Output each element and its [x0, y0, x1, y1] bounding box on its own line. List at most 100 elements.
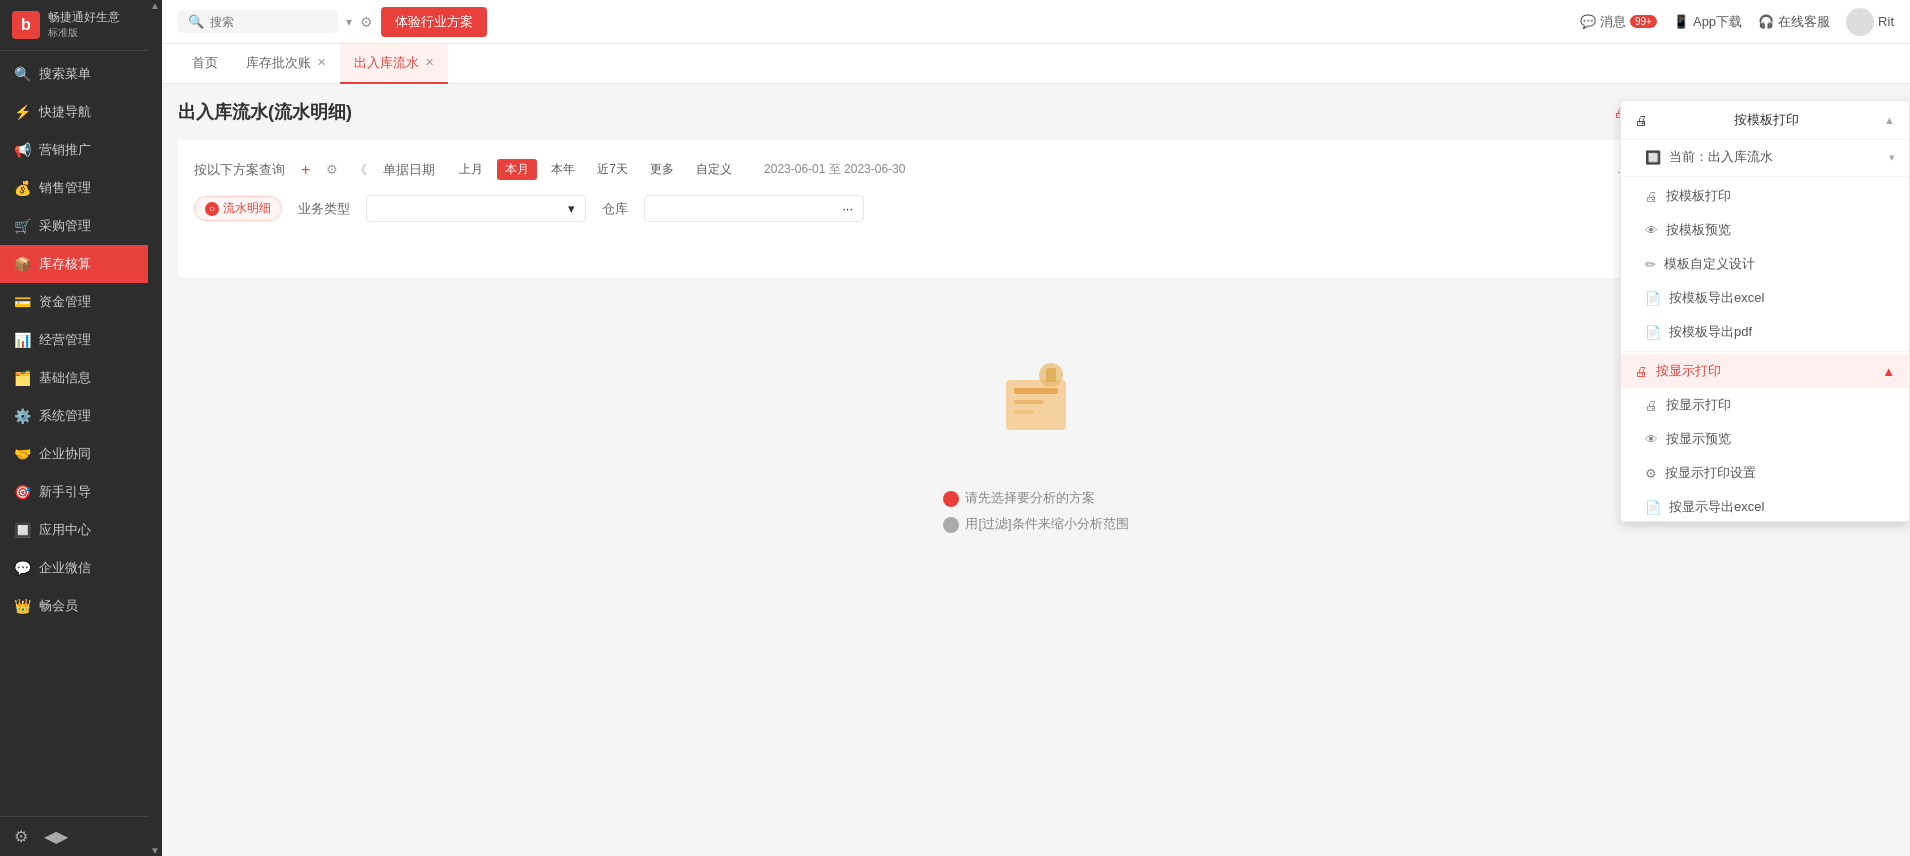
- warehouse-select[interactable]: ···: [644, 195, 864, 222]
- user-avatar-btn[interactable]: Rit: [1846, 8, 1894, 36]
- sidebar-icon-vip: 👑: [14, 598, 31, 614]
- icon-template_custom: ✏: [1645, 257, 1656, 272]
- tab-flowdetail[interactable]: 出入库流水 ✕: [340, 44, 448, 84]
- filter-settings-icon[interactable]: ⚙: [326, 162, 338, 177]
- icon-display_preview: 👁: [1645, 432, 1658, 447]
- sidebar-label-marketing: 营销推广: [39, 141, 91, 159]
- sidebar-item-wecom[interactable]: 💬企业微信: [0, 549, 148, 587]
- sidebar-item-collab[interactable]: 🤝企业协同: [0, 435, 148, 473]
- icon-display_print_settings: ⚙: [1645, 466, 1657, 481]
- date-label: 单据日期: [383, 161, 435, 179]
- icon-template_export_excel: 📄: [1645, 291, 1661, 306]
- icon-display_print: 🖨: [1645, 398, 1658, 413]
- dropdown-section1: 🖨按模板打印👁按模板预览✏模板自定义设计📄按模板导出excel📄按模板导出pdf: [1621, 179, 1909, 349]
- dropdown-item-display_export_excel[interactable]: 📄按显示导出excel: [1621, 490, 1909, 521]
- online-service-btn[interactable]: 🎧 在线客服: [1758, 13, 1830, 31]
- app-download-btn[interactable]: 📱 App下载: [1673, 13, 1742, 31]
- business-type-label: 业务类型: [298, 200, 350, 218]
- dropdown-item-display_print_settings[interactable]: ⚙ 按显示打印设置: [1621, 456, 1909, 490]
- filter-collapse-icon[interactable]: 《: [354, 161, 367, 179]
- dropdown-item-template_preview[interactable]: 👁按模板预览: [1621, 213, 1909, 247]
- scroll-down-btn[interactable]: ▼: [150, 845, 160, 856]
- sidebar-item-operation[interactable]: 📊经营管理: [0, 321, 148, 359]
- logo-name: 畅捷通好生意: [48, 10, 120, 26]
- sidebar-item-purchase[interactable]: 🛒采购管理: [0, 207, 148, 245]
- sidebar-item-search[interactable]: 🔍搜索菜单: [0, 55, 148, 93]
- label-display_print_settings: 按显示打印设置: [1665, 464, 1756, 482]
- user-avatar: [1846, 8, 1874, 36]
- sidebar-label-collab: 企业协同: [39, 445, 91, 463]
- date-option-本年[interactable]: 本年: [543, 159, 583, 180]
- dropdown-scroll: 🖨 按模板打印 ▲ 🔲 当前：出入库流水 ▾ 🖨按模板打印👁按模板预览✏模板自定…: [1621, 101, 1909, 521]
- warehouse-more-icon: ···: [842, 201, 853, 216]
- sidebar-icon-quicknav: ⚡: [14, 104, 31, 120]
- tab-close-batchaccount[interactable]: ✕: [317, 56, 326, 69]
- business-type-chevron-icon: ▾: [568, 201, 575, 216]
- date-option-近7天[interactable]: 近7天: [589, 159, 636, 180]
- svg-rect-5: [1046, 368, 1056, 382]
- message-badge: 99+: [1630, 15, 1657, 28]
- search-box[interactable]: 🔍: [178, 10, 338, 33]
- sidebar-label-sales: 销售管理: [39, 179, 91, 197]
- date-option-自定义[interactable]: 自定义: [688, 159, 740, 180]
- sidebar-item-quicknav[interactable]: ⚡ 快捷导航: [0, 93, 148, 131]
- sidebar-item-appcenter[interactable]: 🔲 应用中心: [0, 511, 148, 549]
- sidebar-label-appcenter: 应用中心: [39, 521, 91, 539]
- sidebar-item-finance[interactable]: 💳资金管理: [0, 283, 148, 321]
- sidebar-item-system[interactable]: ⚙️系统管理: [0, 397, 148, 435]
- scroll-up-btn[interactable]: ▲: [150, 0, 160, 11]
- message-btn[interactable]: 💬 消息 99+: [1580, 13, 1657, 31]
- filter-tag-icon: ○: [205, 202, 219, 216]
- collapse-icon[interactable]: ◀▶: [44, 827, 68, 846]
- sidebar-label-basic: 基础信息: [39, 369, 91, 387]
- sidebar-label-quicknav: 快捷导航: [39, 103, 91, 121]
- tab-label-flowdetail: 出入库流水: [354, 54, 419, 72]
- dropdown-item-template_print[interactable]: 🖨按模板打印: [1621, 179, 1909, 213]
- search-input[interactable]: [210, 15, 310, 29]
- sidebar-item-vip[interactable]: 👑畅会员: [0, 587, 148, 625]
- topbar-gear-icon[interactable]: ⚙: [360, 14, 373, 30]
- dropdown-item-template_custom[interactable]: ✏模板自定义设计: [1621, 247, 1909, 281]
- dropdown-header-chevron[interactable]: ▲: [1884, 114, 1895, 126]
- app-download-label: App下载: [1693, 13, 1742, 31]
- warehouse-label: 仓库: [602, 200, 628, 218]
- svg-rect-0: [1006, 380, 1066, 430]
- tab-home[interactable]: 首页: [178, 44, 232, 84]
- filter-section-label: 按以下方案查询: [194, 161, 285, 179]
- filter-tag[interactable]: ○ 流水明细: [194, 196, 282, 221]
- current-chevron-icon: ▾: [1889, 151, 1895, 164]
- logo-badge: 标准版: [48, 26, 120, 40]
- sidebar-bottom: ⚙ ◀▶: [0, 816, 148, 856]
- dropdown-item-template_export_pdf[interactable]: 📄按模板导出pdf: [1621, 315, 1909, 349]
- sidebar-item-guide[interactable]: 🎯新手引导: [0, 473, 148, 511]
- settings-icon[interactable]: ⚙: [14, 827, 28, 846]
- divider-1: [1621, 176, 1909, 177]
- dropdown-section2: 🖨按显示打印👁按显示预览⚙按显示打印设置📄按显示导出excel📄按显示导出pdf: [1621, 388, 1909, 521]
- sidebar-icon-appcenter: 🔲: [14, 522, 31, 538]
- sidebar-item-basic[interactable]: 🗂️基础信息: [0, 359, 148, 397]
- dropdown-item-display_print[interactable]: 🖨按显示打印: [1621, 388, 1909, 422]
- sidebar-item-inventory[interactable]: 📦库存核算: [0, 245, 148, 283]
- search-chevron-icon[interactable]: ▾: [346, 15, 352, 29]
- sidebar-item-marketing[interactable]: 📢营销推广: [0, 131, 148, 169]
- industry-btn[interactable]: 体验行业方案: [381, 7, 487, 37]
- dropdown-item-template_export_excel[interactable]: 📄按模板导出excel: [1621, 281, 1909, 315]
- dropdown-item-display_preview[interactable]: 👁按显示预览: [1621, 422, 1909, 456]
- filter-add-btn[interactable]: +: [301, 161, 310, 179]
- tab-close-flowdetail[interactable]: ✕: [425, 56, 434, 69]
- date-option-上月[interactable]: 上月: [451, 159, 491, 180]
- dropdown-section2-header[interactable]: 🖨 按显示打印 ▲: [1621, 354, 1909, 388]
- sidebar-label-system: 系统管理: [39, 407, 91, 425]
- tab-batchaccount[interactable]: 库存批次账 ✕: [232, 44, 340, 84]
- date-option-更多[interactable]: 更多: [642, 159, 682, 180]
- topbar: 🔍 ▾ ⚙ 体验行业方案 💬 消息 99+ 📱 App下载 🎧 在线客服: [162, 0, 1910, 44]
- sidebar-icon-operation: 📊: [14, 332, 31, 348]
- sidebar-item-sales[interactable]: 💰销售管理: [0, 169, 148, 207]
- logo-icon: b: [12, 11, 40, 39]
- sidebar-label-finance: 资金管理: [39, 293, 91, 311]
- dropdown-header-label: 按模板打印: [1734, 111, 1799, 129]
- date-option-本月[interactable]: 本月: [497, 159, 537, 180]
- dropdown-current-item[interactable]: 🔲 当前：出入库流水 ▾: [1621, 140, 1909, 174]
- message-icon: 💬: [1580, 14, 1596, 29]
- business-type-select[interactable]: ▾: [366, 195, 586, 222]
